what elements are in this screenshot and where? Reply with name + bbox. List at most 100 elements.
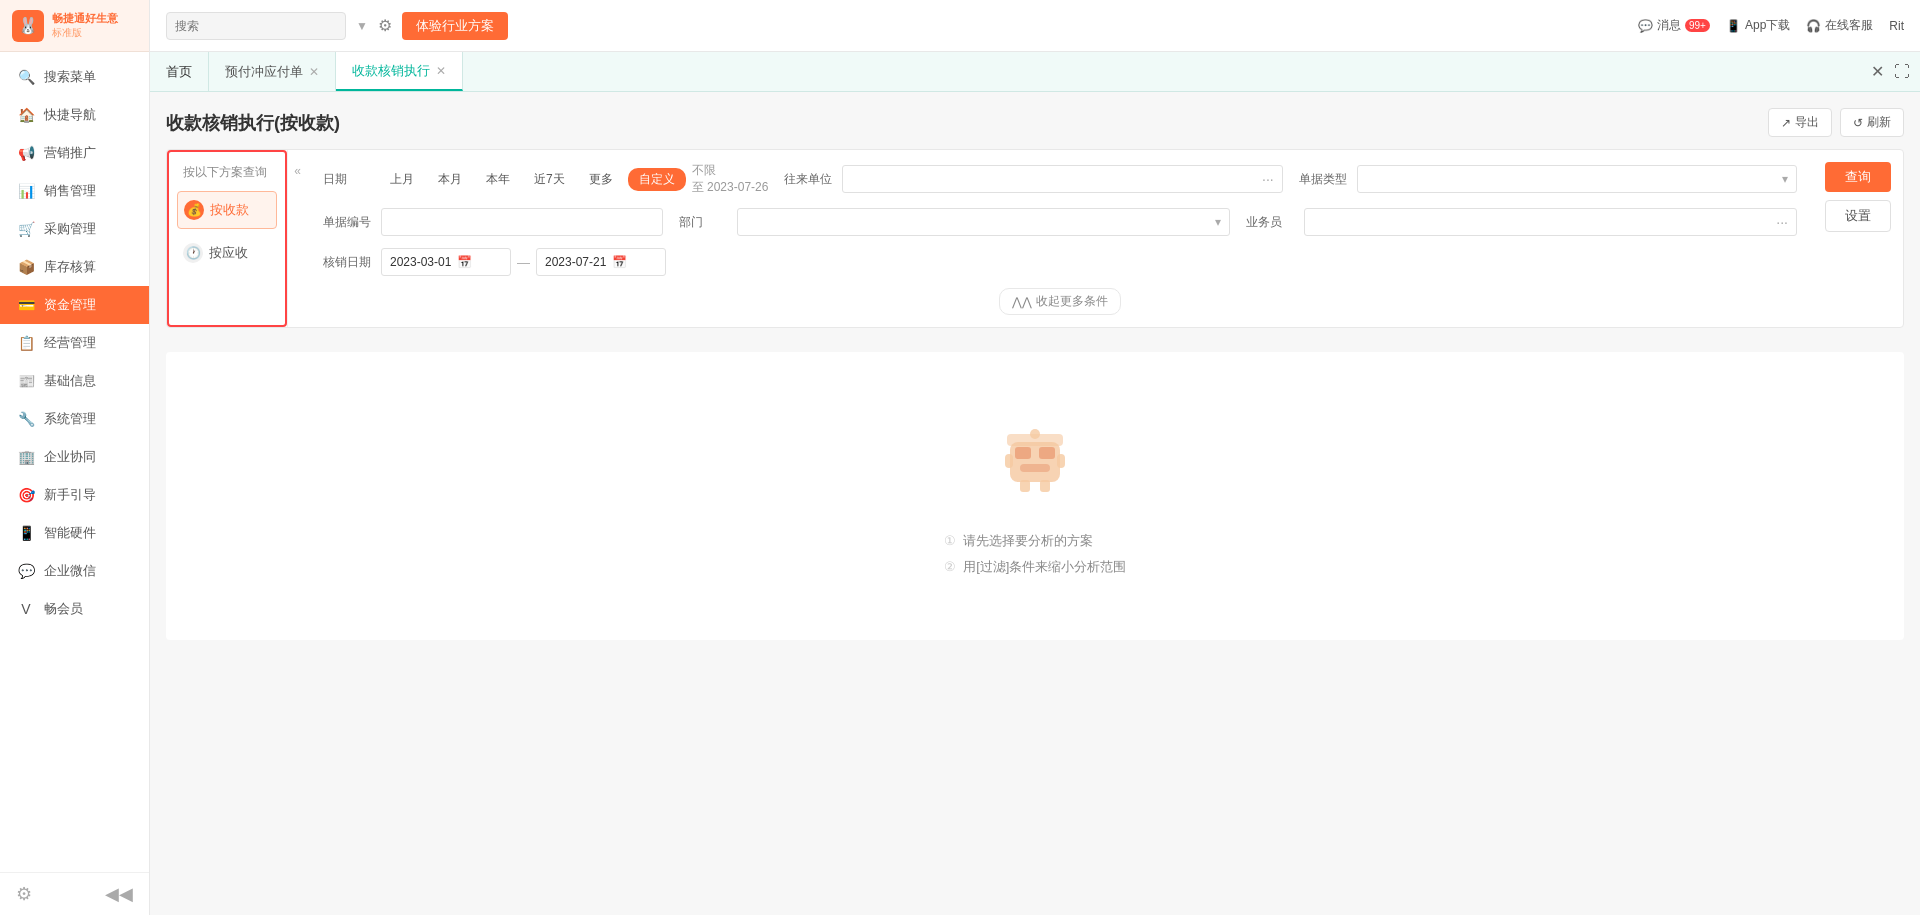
sidebar-item-wechat[interactable]: 💬 企业微信	[0, 552, 149, 590]
writeoff-date-from-val: 2023-03-01	[390, 255, 451, 269]
writeoff-date-range: 2023-03-01 📅 — 2023-07-21 📅	[381, 248, 666, 276]
doc-type-select[interactable]: ▾	[1357, 165, 1797, 193]
dept-label: 部门	[679, 214, 731, 231]
sidebar-item-enterprise[interactable]: 🏢企业协同	[0, 438, 149, 476]
calendar-from-icon: 📅	[457, 255, 472, 269]
filter-type-by-receipt[interactable]: 💰 按收款	[177, 191, 277, 229]
sidebar-item-marketing[interactable]: 📢营销推广	[0, 134, 149, 172]
sidebar-item-finance[interactable]: 💳资金管理	[0, 286, 149, 324]
date-btn-last-month[interactable]: 上月	[381, 168, 423, 191]
writeoff-date-to-input[interactable]: 2023-07-21 📅	[536, 248, 666, 276]
sidebar-bottom: ⚙ ◀◀	[0, 872, 149, 915]
filter-sidebar-title: 按以下方案查询	[177, 164, 277, 181]
filter-type-receipt-icon: 💰	[184, 200, 204, 220]
collapse-sidebar-icon[interactable]: ◀◀	[105, 883, 133, 905]
export-label: 导出	[1795, 114, 1819, 131]
date-btn-this-month[interactable]: 本月	[429, 168, 471, 191]
sidebar-item-label-guide: 新手引导	[44, 486, 96, 504]
online-service-label: 在线客服	[1825, 17, 1873, 34]
date-btn-7days[interactable]: 近7天	[525, 168, 574, 191]
sidebar-item-purchase[interactable]: 🛒采购管理	[0, 210, 149, 248]
counterparty-select[interactable]: ···	[842, 165, 1282, 193]
filter-actions: 查询 设置	[1813, 150, 1903, 327]
search-icon: 🔍	[16, 69, 36, 85]
guide-icon: 🎯	[16, 487, 36, 503]
topbar-left: ▼ ⚙ 体验行业方案	[166, 12, 508, 40]
dept-chevron: ▾	[1215, 215, 1221, 229]
dept-filter-group: 部门 ▾	[679, 208, 1230, 236]
staff-filter-group: 业务员 ···	[1246, 208, 1797, 236]
filter-collapse-toggle[interactable]: «	[287, 150, 307, 327]
sidebar-item-basic-info[interactable]: 📰基础信息	[0, 362, 149, 400]
dept-select[interactable]: ▾	[737, 208, 1230, 236]
user-name[interactable]: Rit	[1889, 19, 1904, 33]
online-service-button[interactable]: 🎧 在线客服	[1806, 17, 1873, 34]
tab-home-label: 首页	[166, 63, 192, 81]
tip2-text: 用[过滤]条件来缩小分析范围	[963, 559, 1126, 574]
sidebar-item-label-vip: 畅会员	[44, 600, 83, 618]
topbar-gear-icon[interactable]: ⚙	[378, 16, 392, 35]
settings-bottom-icon[interactable]: ⚙	[16, 883, 32, 905]
tab-receipts-close[interactable]: ✕	[436, 64, 446, 78]
sidebar-item-label-quick-nav: 快捷导航	[44, 106, 96, 124]
filter-row-3: 核销日期 2023-03-01 📅 — 2023-07-21 📅	[323, 248, 1797, 276]
writeoff-date-from-input[interactable]: 2023-03-01 📅	[381, 248, 511, 276]
export-button[interactable]: ↗ 导出	[1768, 108, 1832, 137]
sidebar-item-inventory[interactable]: 📦库存核算	[0, 248, 149, 286]
sidebar-item-vip[interactable]: V 畅会员	[0, 590, 149, 628]
message-label: 消息	[1657, 17, 1681, 34]
tab-expand-icon[interactable]: ⛶	[1894, 63, 1910, 81]
filter-row-1: 日期 上月 本月 本年 近7天 更多 自定义 不限 至	[323, 162, 1797, 196]
settings-button[interactable]: 设置	[1825, 200, 1891, 232]
sidebar-item-search[interactable]: 🔍搜索菜单	[0, 58, 149, 96]
sidebar-item-label-wechat: 企业微信	[44, 562, 96, 580]
empty-tips: ① 请先选择要分析的方案 ② 用[过滤]条件来缩小分析范围	[944, 528, 1127, 580]
sales-icon: 📊	[16, 183, 36, 199]
message-button[interactable]: 💬 消息 99+	[1638, 17, 1710, 34]
tip1-num: ①	[944, 533, 956, 548]
message-badge: 99+	[1685, 19, 1710, 32]
doc-no-input[interactable]	[381, 208, 663, 236]
sidebar-item-sales[interactable]: 📊销售管理	[0, 172, 149, 210]
date-range-separator: —	[517, 255, 530, 270]
vip-icon: V	[16, 601, 36, 617]
sidebar-item-guide[interactable]: 🎯 新手引导	[0, 476, 149, 514]
date-btn-custom[interactable]: 自定义	[628, 168, 686, 191]
system-icon: 🔧	[16, 411, 36, 427]
search-input[interactable]	[166, 12, 346, 40]
sidebar-item-smart-hw[interactable]: 📱智能硬件	[0, 514, 149, 552]
empty-tip-2: ② 用[过滤]条件来缩小分析范围	[944, 554, 1127, 580]
date-btn-this-year[interactable]: 本年	[477, 168, 519, 191]
main-area: ▼ ⚙ 体验行业方案 💬 消息 99+ 📱 App下载 🎧 在线客服 Rit 首…	[150, 0, 1920, 915]
date-to-val: 至 2023-07-26	[692, 179, 769, 196]
topbar: ▼ ⚙ 体验行业方案 💬 消息 99+ 📱 App下载 🎧 在线客服 Rit	[150, 0, 1920, 52]
tab-prepay[interactable]: 预付冲应付单 ✕	[209, 52, 336, 91]
date-btn-more[interactable]: 更多	[580, 168, 622, 191]
filter-type-by-receivable[interactable]: 🕐 按应收	[177, 235, 277, 271]
tab-home[interactable]: 首页	[150, 52, 209, 91]
empty-illustration	[985, 412, 1085, 512]
staff-select[interactable]: ···	[1304, 208, 1797, 236]
query-button[interactable]: 查询	[1825, 162, 1891, 192]
counterparty-label: 往来单位	[784, 171, 836, 188]
topbar-right: 💬 消息 99+ 📱 App下载 🎧 在线客服 Rit	[1638, 17, 1904, 34]
svg-point-9	[1030, 429, 1040, 439]
industry-solution-button[interactable]: 体验行业方案	[402, 12, 508, 40]
sidebar-item-quick-nav[interactable]: 🏠快捷导航	[0, 96, 149, 134]
date-no-limit-label: 不限	[692, 162, 769, 179]
tip2-num: ②	[944, 559, 956, 574]
tab-close-all-icon[interactable]: ✕	[1871, 62, 1884, 81]
sidebar-item-system[interactable]: 🔧系统管理	[0, 400, 149, 438]
writeoff-date-label: 核销日期	[323, 254, 375, 271]
topbar-dropdown-arrow[interactable]: ▼	[356, 19, 368, 33]
collapse-more-button[interactable]: ⋀⋀ 收起更多条件	[999, 288, 1121, 315]
sidebar-item-operations[interactable]: 📋经营管理	[0, 324, 149, 362]
app-download-button[interactable]: 📱 App下载	[1726, 17, 1790, 34]
marketing-icon: 📢	[16, 145, 36, 161]
wechat-icon: 💬	[16, 563, 36, 579]
calendar-to-icon: 📅	[612, 255, 627, 269]
tab-prepay-close[interactable]: ✕	[309, 65, 319, 79]
sidebar-item-label-operations: 经营管理	[44, 334, 96, 352]
tab-receipts[interactable]: 收款核销执行 ✕	[336, 52, 463, 91]
refresh-button[interactable]: ↺ 刷新	[1840, 108, 1904, 137]
